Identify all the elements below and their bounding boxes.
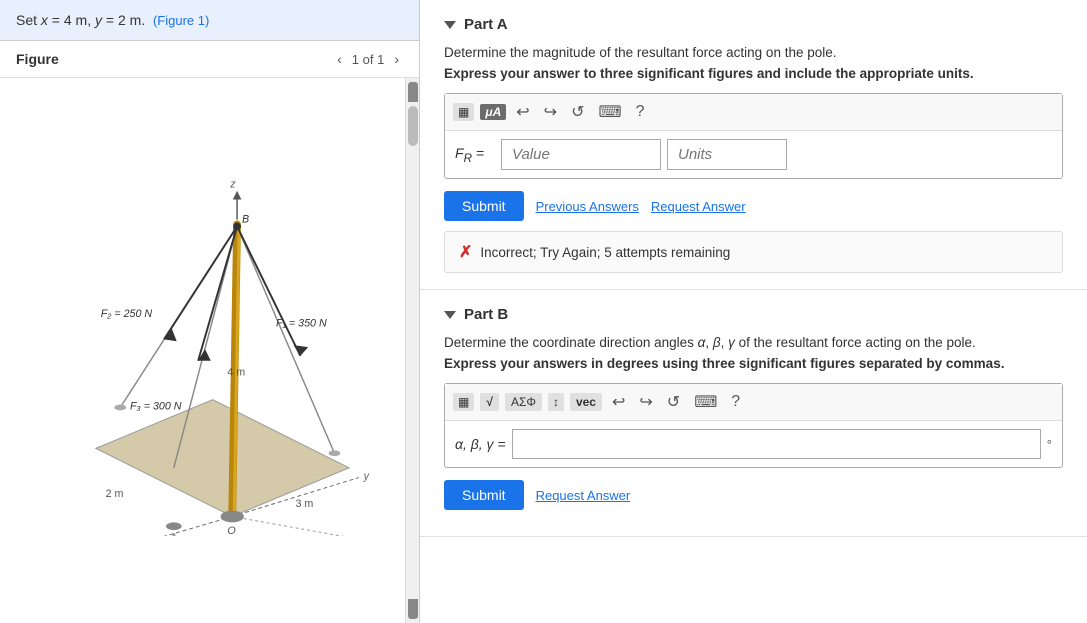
- part-b-undo-button[interactable]: ↩: [608, 390, 629, 414]
- part-a-value-input[interactable]: [501, 139, 661, 170]
- right-panel: Part A Determine the magnitude of the re…: [420, 0, 1087, 623]
- part-b-angle-input[interactable]: [512, 429, 1041, 459]
- part-a-units-input[interactable]: [667, 139, 787, 170]
- part-b-header[interactable]: Part B: [444, 306, 1063, 323]
- part-b-submit-button[interactable]: Submit: [444, 480, 524, 510]
- part-a-toolbar: ▦ μA ↩ ↪ ↺ ⌨ ?: [445, 94, 1062, 131]
- ase-button[interactable]: ΑΣΦ: [505, 393, 542, 411]
- svg-text:F₁ = 350 N: F₁ = 350 N: [276, 317, 327, 329]
- part-a-instruction: Express your answer to three significant…: [444, 66, 1063, 81]
- incorrect-icon: ✗: [459, 242, 472, 262]
- part-b-keyboard-button[interactable]: ⌨: [690, 390, 721, 414]
- left-panel: Set x = 4 m, y = 2 m. (Figure 1) Figure …: [0, 0, 420, 623]
- part-b-input-row: α, β, γ = °: [445, 421, 1062, 467]
- sqrt-icon-button[interactable]: √: [480, 393, 499, 411]
- nav-next-button[interactable]: ›: [390, 49, 403, 69]
- svg-text:3 m: 3 m: [295, 497, 313, 509]
- figure-link[interactable]: (Figure 1): [153, 13, 209, 28]
- svg-text:2 m: 2 m: [105, 488, 123, 500]
- part-a-answer-box: ▦ μA ↩ ↪ ↺ ⌨ ? FR =: [444, 93, 1063, 179]
- refresh-button[interactable]: ↺: [567, 100, 588, 124]
- ua-button[interactable]: μA: [480, 104, 506, 120]
- nav-prev-button[interactable]: ‹: [333, 49, 346, 69]
- part-b-matrix-icon[interactable]: ▦: [453, 393, 474, 411]
- part-a-header[interactable]: Part A: [444, 16, 1063, 33]
- part-a-collapse-icon: [444, 21, 456, 29]
- part-a-submit-button[interactable]: Submit: [444, 191, 524, 221]
- scrollbar[interactable]: [405, 78, 419, 623]
- part-b-refresh-button[interactable]: ↺: [663, 390, 684, 414]
- part-b-request-answer-button[interactable]: Request Answer: [536, 488, 631, 503]
- part-b-collapse-icon: [444, 311, 456, 319]
- figure-header: Figure ‹ 1 of 1 ›: [0, 41, 419, 78]
- part-b-section: Part B Determine the coordinate directio…: [420, 290, 1087, 537]
- svg-text:O: O: [227, 525, 236, 536]
- svg-text:y: y: [362, 470, 369, 482]
- part-a-section: Part A Determine the magnitude of the re…: [420, 0, 1087, 290]
- part-b-instruction: Express your answers in degrees using th…: [444, 356, 1063, 371]
- svg-text:F₃ = 300 N: F₃ = 300 N: [129, 400, 181, 412]
- svg-text:F₂ = 250 N: F₂ = 250 N: [100, 307, 152, 319]
- part-a-prev-answers-button[interactable]: Previous Answers: [536, 199, 639, 214]
- figure-svg: y x z B: [33, 166, 373, 536]
- keyboard-button[interactable]: ⌨: [594, 100, 625, 124]
- undo-button[interactable]: ↩: [512, 100, 533, 124]
- part-b-redo-button[interactable]: ↪: [635, 390, 656, 414]
- part-a-actions: Submit Previous Answers Request Answer: [444, 191, 1063, 221]
- figure-diagram: y x z B: [0, 78, 405, 623]
- part-a-description: Determine the magnitude of the resultant…: [444, 45, 1063, 60]
- svg-text:z: z: [229, 178, 236, 190]
- figure-nav: ‹ 1 of 1 ›: [333, 49, 403, 69]
- part-a-input-row: FR =: [445, 131, 1062, 178]
- part-b-title: Part B: [464, 306, 508, 323]
- part-b-description: Determine the coordinate direction angle…: [444, 335, 1063, 350]
- part-b-toolbar: ▦ √ ΑΣΦ ↕ vec ↩ ↪ ↺ ⌨ ?: [445, 384, 1062, 421]
- part-a-title: Part A: [464, 16, 508, 33]
- set-vars-bar: Set x = 4 m, y = 2 m. (Figure 1): [0, 0, 419, 41]
- part-a-request-answer-button[interactable]: Request Answer: [651, 199, 746, 214]
- redo-button[interactable]: ↪: [540, 100, 561, 124]
- matrix-icon-button[interactable]: ▦: [453, 103, 474, 121]
- part-a-feedback: ✗ Incorrect; Try Again; 5 attempts remai…: [444, 231, 1063, 273]
- svg-text:A: A: [168, 531, 176, 535]
- svg-text:B: B: [241, 213, 248, 225]
- svg-text:4 m: 4 m: [227, 366, 245, 378]
- arrows-button[interactable]: ↕: [548, 393, 564, 411]
- vec-button[interactable]: vec: [570, 393, 602, 411]
- part-a-label: FR =: [455, 145, 495, 165]
- part-b-label: α, β, γ =: [455, 436, 506, 452]
- part-b-actions: Submit Request Answer: [444, 480, 1063, 510]
- part-b-answer-box: ▦ √ ΑΣΦ ↕ vec ↩ ↪ ↺ ⌨ ? α, β, γ = °: [444, 383, 1063, 468]
- degree-symbol: °: [1047, 437, 1052, 452]
- part-b-help-button[interactable]: ?: [727, 391, 744, 413]
- help-button[interactable]: ?: [632, 101, 649, 123]
- nav-page-text: 1 of 1: [352, 52, 385, 67]
- set-vars-text: Set x = 4 m, y = 2 m.: [16, 12, 149, 28]
- figure-title: Figure: [16, 51, 59, 67]
- part-a-feedback-text: Incorrect; Try Again; 5 attempts remaini…: [480, 245, 730, 260]
